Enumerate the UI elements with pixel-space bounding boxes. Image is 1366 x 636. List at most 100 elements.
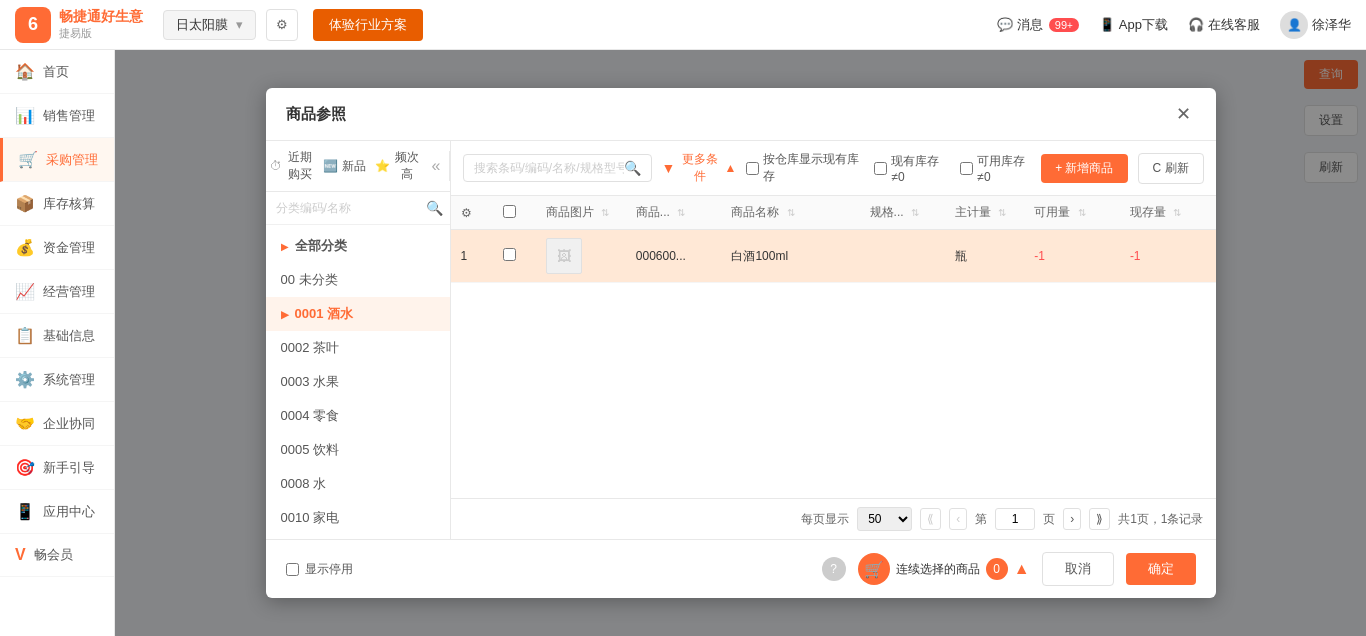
message-item[interactable]: 💬 消息 99+ bbox=[997, 16, 1079, 34]
page-last-button[interactable]: ⟫ bbox=[1089, 508, 1110, 530]
category-item-all[interactable]: ▶ 全部分类 bbox=[266, 229, 450, 263]
category-item-7[interactable]: 0010 家电 bbox=[266, 501, 450, 535]
category-item-1[interactable]: ▶ 0001 酒水 bbox=[266, 297, 450, 331]
product-thumbnail: 🖼 bbox=[546, 238, 582, 274]
collapse-cart-icon[interactable]: ▲ bbox=[1014, 560, 1030, 578]
category-item-0[interactable]: 00 未分类 bbox=[266, 263, 450, 297]
select-all-checkbox[interactable] bbox=[503, 205, 516, 218]
table-row[interactable]: 1 🖼 bbox=[451, 230, 1216, 283]
logo-area: 6 畅捷通好生意 捷易版 bbox=[15, 7, 143, 43]
purchase-icon: 🛒 bbox=[18, 150, 38, 169]
checkbox-item-stock[interactable]: 现有库存≠0 bbox=[874, 153, 945, 184]
product-reference-modal: 商品参照 ✕ ⏱ 近期购买 🆕 bbox=[266, 88, 1216, 598]
settings-icon[interactable]: ⚙ bbox=[266, 9, 298, 41]
col-name[interactable]: 商品名称 ⇅ bbox=[721, 196, 859, 230]
headset-icon: 🎧 bbox=[1188, 17, 1204, 32]
pagination-bar: 每页显示 50 100 200 ⟪ ‹ 第 页 › bbox=[451, 498, 1216, 539]
basic-info-icon: 📋 bbox=[15, 326, 35, 345]
sidebar-item-home[interactable]: 🏠 首页 bbox=[0, 50, 114, 94]
cancel-button[interactable]: 取消 bbox=[1042, 552, 1114, 586]
cart-count: 0 bbox=[986, 558, 1008, 580]
checkbox-warehouse[interactable] bbox=[746, 162, 759, 175]
page-number-input[interactable] bbox=[995, 508, 1035, 530]
left-sidebar: 🏠 首页 📊 销售管理 🛒 采购管理 📦 库存核算 💰 资金管理 📈 经营管理 … bbox=[0, 50, 115, 636]
checkbox-group: 按仓库显示现有库存 现有库存≠0 可用库存≠0 bbox=[746, 151, 1031, 185]
tab-new-products[interactable]: 🆕 新品 bbox=[318, 150, 371, 183]
sort-icon-spec: ⇅ bbox=[911, 207, 919, 218]
sidebar-item-basic-info[interactable]: 📋 基础信息 bbox=[0, 314, 114, 358]
logo-text: 畅捷通好生意 捷易版 bbox=[59, 8, 143, 41]
col-spec[interactable]: 规格... ⇅ bbox=[860, 196, 945, 230]
trial-button[interactable]: 体验行业方案 bbox=[313, 9, 423, 41]
display-disabled-checkbox[interactable]: 显示停用 bbox=[286, 561, 353, 578]
sidebar-item-finance[interactable]: 💰 资金管理 bbox=[0, 226, 114, 270]
col-stock[interactable]: 现存量 ⇅ bbox=[1120, 196, 1216, 230]
sidebar-item-operations[interactable]: 📈 经营管理 bbox=[0, 270, 114, 314]
category-item-4[interactable]: 0004 零食 bbox=[266, 399, 450, 433]
category-item-2[interactable]: 0002 茶叶 bbox=[266, 331, 450, 365]
sidebar-item-inventory[interactable]: 📦 库存核算 bbox=[0, 182, 114, 226]
table-header-row: ⚙ 商品图片 ⇅ bbox=[451, 196, 1216, 230]
cart-area: 🛒 连续选择的商品 0 ▲ bbox=[858, 553, 1030, 585]
category-search-input[interactable] bbox=[276, 201, 426, 215]
online-service-item[interactable]: 🎧 在线客服 bbox=[1188, 16, 1260, 34]
branch-dropdown[interactable]: 日太阳膜 ▾ bbox=[163, 10, 256, 40]
sidebar-item-apps[interactable]: 📱 应用中心 bbox=[0, 490, 114, 534]
filter-button[interactable]: ▼ 更多条件 ▲ bbox=[662, 151, 737, 185]
sidebar-item-enterprise[interactable]: 🤝 企业协同 bbox=[0, 402, 114, 446]
product-search-input[interactable] bbox=[474, 161, 624, 175]
checkbox-item-available[interactable]: 可用库存≠0 bbox=[960, 153, 1031, 184]
page-next-button[interactable]: › bbox=[1063, 508, 1081, 530]
modal-title: 商品参照 bbox=[286, 105, 346, 124]
search-icon[interactable]: 🔍 bbox=[426, 200, 443, 216]
sidebar-item-purchase[interactable]: 🛒 采购管理 bbox=[0, 138, 114, 182]
col-available[interactable]: 可用量 ⇅ bbox=[1024, 196, 1120, 230]
page-prev-button[interactable]: ‹ bbox=[949, 508, 967, 530]
confirm-button[interactable]: 确定 bbox=[1126, 553, 1196, 585]
add-product-button[interactable]: + 新增商品 bbox=[1041, 154, 1127, 183]
col-settings: ⚙ bbox=[451, 196, 494, 230]
cart-icon[interactable]: 🛒 bbox=[858, 553, 890, 585]
page-size-select[interactable]: 50 100 200 bbox=[857, 507, 912, 531]
new-icon: 🆕 bbox=[323, 159, 338, 173]
category-item-3[interactable]: 0003 水果 bbox=[266, 365, 450, 399]
sidebar-item-system[interactable]: ⚙️ 系统管理 bbox=[0, 358, 114, 402]
modal-header: 商品参照 ✕ bbox=[266, 88, 1216, 141]
col-code[interactable]: 商品... ⇅ bbox=[626, 196, 722, 230]
system-icon: ⚙️ bbox=[15, 370, 35, 389]
tab-high-frequency[interactable]: ⭐ 频次高 bbox=[371, 141, 424, 191]
message-badge: 99+ bbox=[1049, 18, 1079, 32]
sidebar-item-guide[interactable]: 🎯 新手引导 bbox=[0, 446, 114, 490]
sort-icon-unit: ⇅ bbox=[998, 207, 1006, 218]
footer-right: ? 🛒 连续选择的商品 0 ▲ 取消 确定 bbox=[822, 552, 1196, 586]
product-search-icon[interactable]: 🔍 bbox=[624, 160, 641, 176]
col-unit[interactable]: 主计量 ⇅ bbox=[945, 196, 1025, 230]
brand-main: 畅捷通好生意 bbox=[59, 8, 143, 26]
disabled-checkbox[interactable] bbox=[286, 563, 299, 576]
modal-close-button[interactable]: ✕ bbox=[1172, 102, 1196, 126]
help-icon[interactable]: ? bbox=[822, 557, 846, 581]
image-placeholder-icon: 🖼 bbox=[557, 248, 571, 264]
table-settings-icon[interactable]: ⚙ bbox=[461, 206, 472, 220]
col-checkbox bbox=[493, 196, 536, 230]
tab-recent-purchase[interactable]: ⏱ 近期购买 bbox=[266, 141, 319, 191]
sidebar-item-sales[interactable]: 📊 销售管理 bbox=[0, 94, 114, 138]
sidebar-item-member[interactable]: V 畅会员 bbox=[0, 534, 114, 577]
chevron-down-icon: ▾ bbox=[236, 17, 243, 32]
checkbox-item-warehouse[interactable]: 按仓库显示现有库存 bbox=[746, 151, 859, 185]
collapse-button[interactable]: « bbox=[424, 151, 450, 181]
cart-label: 连续选择的商品 bbox=[896, 561, 980, 578]
category-item-6[interactable]: 0008 水 bbox=[266, 467, 450, 501]
category-search: 🔍 bbox=[266, 192, 450, 225]
checkbox-stock[interactable] bbox=[874, 162, 887, 175]
refresh-button[interactable]: C 刷新 bbox=[1138, 153, 1204, 184]
col-image[interactable]: 商品图片 ⇅ bbox=[536, 196, 626, 230]
home-icon: 🏠 bbox=[15, 62, 35, 81]
checkbox-available[interactable] bbox=[960, 162, 973, 175]
page-first-button[interactable]: ⟪ bbox=[920, 508, 941, 530]
category-item-5[interactable]: 0005 饮料 bbox=[266, 433, 450, 467]
app-download-item[interactable]: 📱 App下载 bbox=[1099, 16, 1168, 34]
product-search-box: 🔍 bbox=[463, 154, 652, 182]
user-item[interactable]: 👤 徐泽华 bbox=[1280, 11, 1351, 39]
row-select-checkbox[interactable] bbox=[503, 248, 516, 261]
